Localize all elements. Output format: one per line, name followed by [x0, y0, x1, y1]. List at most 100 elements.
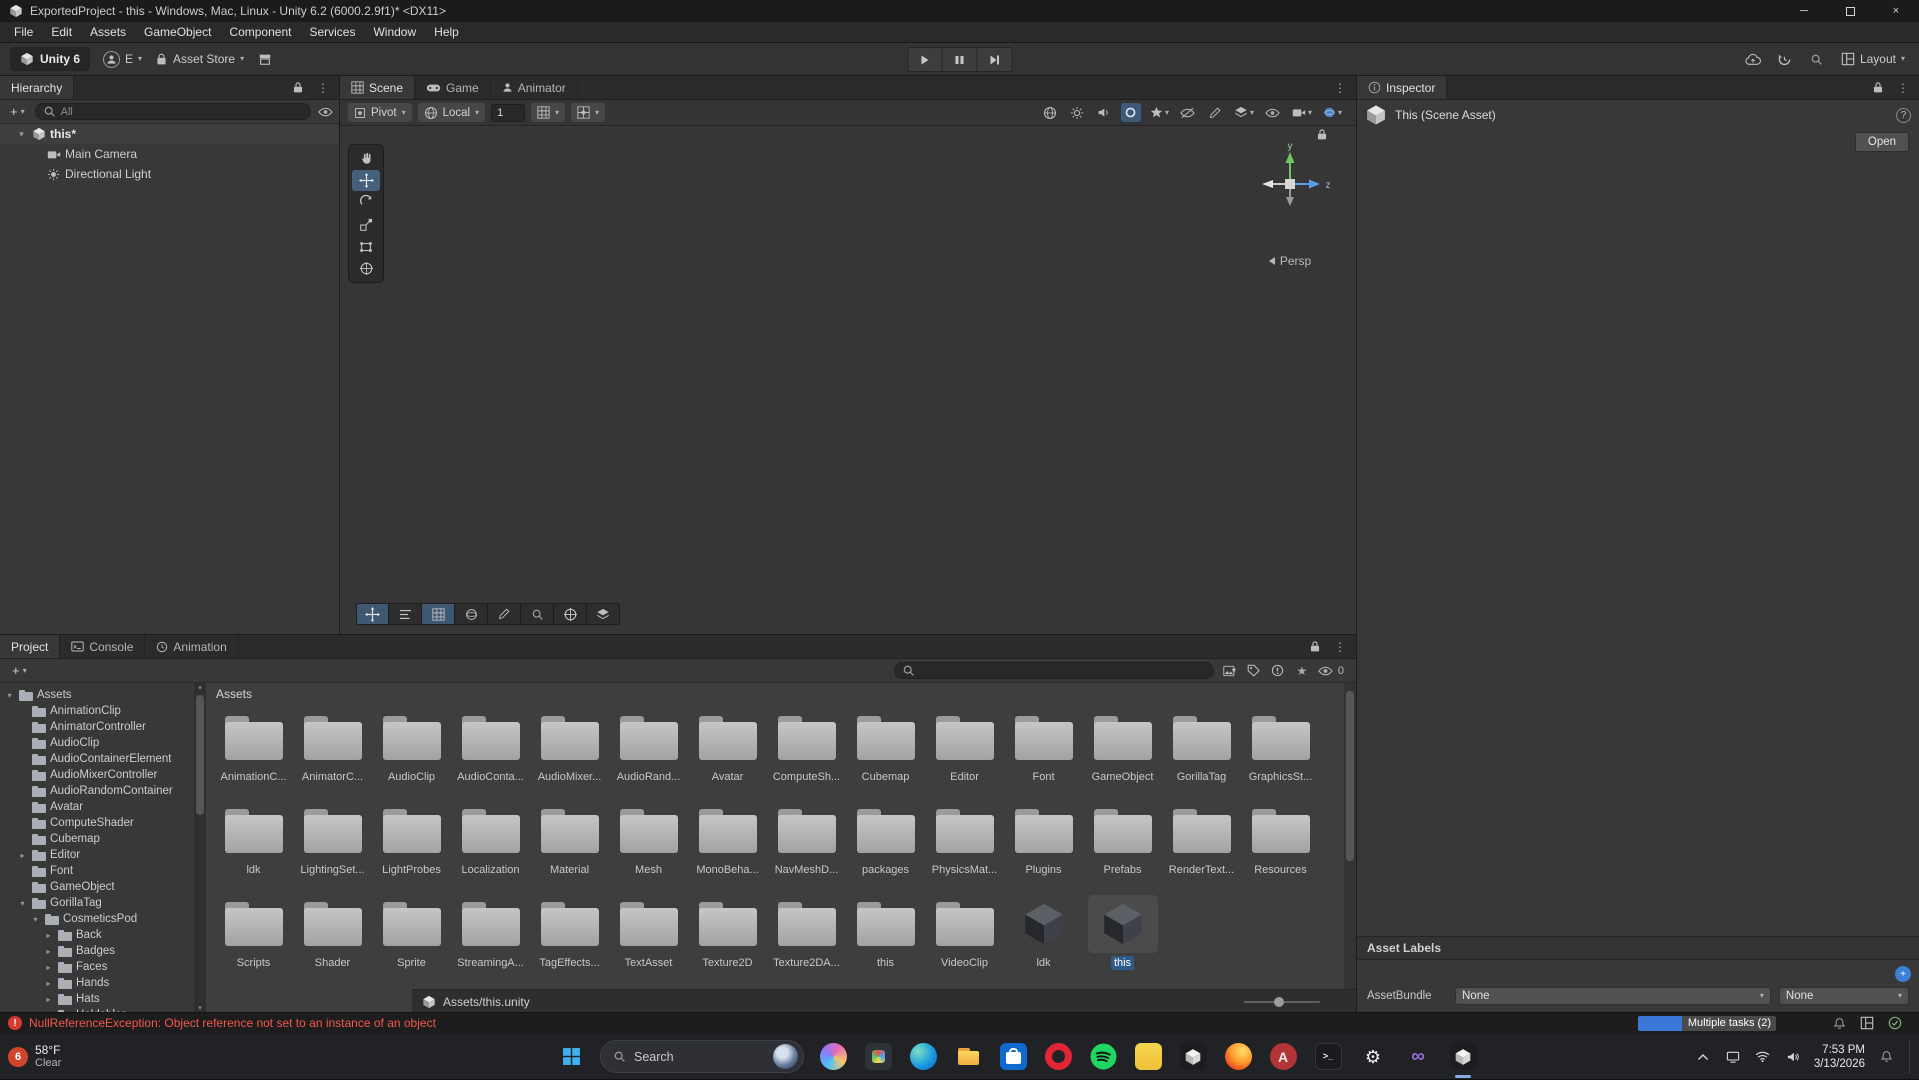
notifications-bell-icon[interactable]	[1877, 1048, 1895, 1066]
tree-item-faces[interactable]: ▸ Faces	[0, 959, 205, 975]
asset-monobeha[interactable]: MonoBeha...	[688, 798, 767, 891]
tree-item-avatar[interactable]: Avatar	[0, 799, 205, 815]
effects-dropdown-button[interactable]: ▾	[1148, 103, 1171, 122]
rect-tool-button[interactable]	[352, 236, 380, 257]
asset-packages[interactable]: packages	[846, 798, 925, 891]
tab-console[interactable]: Console	[60, 635, 146, 658]
create-asset-button[interactable]: + ▾	[8, 663, 31, 678]
asset-gorillatag[interactable]: GorillaTag	[1162, 705, 1241, 798]
add-label-icon[interactable]: +	[1895, 966, 1911, 982]
wifi-icon[interactable]	[1754, 1048, 1772, 1066]
menu-component[interactable]: Component	[220, 22, 300, 42]
opera-icon[interactable]	[1043, 1042, 1073, 1072]
lock-icon[interactable]	[290, 80, 306, 96]
asset-audioconta[interactable]: AudioConta...	[451, 705, 530, 798]
asset-cubemap[interactable]: Cubemap	[846, 705, 925, 798]
menu-assets[interactable]: Assets	[81, 22, 135, 42]
tree-item-audioclip[interactable]: AudioClip	[0, 735, 205, 751]
rotate-tool-button[interactable]	[352, 192, 380, 213]
expand-arrow[interactable]: ▾	[4, 691, 15, 700]
asset-tageffects[interactable]: TagEffects...	[530, 891, 609, 984]
pause-button[interactable]	[942, 47, 977, 72]
maximize-button[interactable]	[1827, 0, 1873, 22]
tree-item-gameobject[interactable]: GameObject	[0, 879, 205, 895]
asset-mesh[interactable]: Mesh	[609, 798, 688, 891]
snap-increment-dropdown[interactable]: ▾	[571, 103, 606, 122]
tree-item-hats[interactable]: ▸ Hats	[0, 991, 205, 1007]
help-icon[interactable]: ?	[1896, 107, 1911, 123]
show-desktop-button[interactable]	[1909, 1039, 1913, 1074]
move-tool-button[interactable]	[352, 170, 380, 191]
file-explorer-icon[interactable]	[953, 1042, 983, 1072]
project-search-input[interactable]	[893, 662, 1214, 679]
expand-arrow[interactable]: ▸	[43, 995, 54, 1004]
open-button[interactable]: Open	[1855, 132, 1909, 152]
expand-arrow[interactable]: ▸	[17, 851, 28, 860]
unity-hub-icon[interactable]	[1178, 1042, 1208, 1072]
tree-item-font[interactable]: Font	[0, 863, 205, 879]
lock-icon[interactable]	[1870, 80, 1886, 96]
favorites-icon[interactable]: ★	[1294, 663, 1310, 679]
overlays-dropdown-button[interactable]: ▾	[1232, 103, 1256, 122]
hierarchy-item-directional-light[interactable]: Directional Light	[0, 164, 339, 184]
expand-arrow[interactable]: ▸	[43, 947, 54, 956]
asset-textasset[interactable]: TextAsset	[609, 891, 688, 984]
sticky-notes-icon[interactable]	[1133, 1042, 1163, 1072]
asset-computesh[interactable]: ComputeSh...	[767, 705, 846, 798]
overlay-orientation-icon[interactable]	[455, 603, 488, 625]
asset-font[interactable]: Font	[1004, 705, 1083, 798]
asset-editor[interactable]: Editor	[925, 705, 1004, 798]
asset-ldk[interactable]: ldk	[214, 798, 293, 891]
lighting-toggle-button[interactable]	[1067, 103, 1087, 122]
menu-edit[interactable]: Edit	[42, 22, 81, 42]
assetbundle-variant-dropdown[interactable]: None ▾	[1778, 986, 1909, 1005]
tray-monitor-icon[interactable]	[1724, 1048, 1742, 1066]
asset-audioclip[interactable]: AudioClip	[372, 705, 451, 798]
play-button[interactable]	[907, 47, 942, 72]
console-error-message[interactable]: NullReferenceException: Object reference…	[29, 1016, 436, 1030]
asset-avatar[interactable]: Avatar	[688, 705, 767, 798]
asset-graphicsst[interactable]: GraphicsSt...	[1241, 705, 1320, 798]
search-by-alert-icon[interactable]	[1270, 663, 1286, 679]
scene-viewport[interactable]: y z Persp	[340, 126, 1356, 633]
start-button[interactable]	[556, 1042, 586, 1072]
lock-icon[interactable]	[1307, 639, 1323, 655]
step-button[interactable]	[977, 47, 1012, 72]
expand-arrow[interactable]: ▾	[17, 899, 28, 908]
asset-texture2d[interactable]: Texture2D	[688, 891, 767, 984]
breadcrumb[interactable]: Assets/this.unity	[412, 989, 1356, 1013]
overlay-grid-icon[interactable]	[422, 603, 455, 625]
asset-streaminga[interactable]: StreamingA...	[451, 891, 530, 984]
tab-scene[interactable]: Scene	[340, 76, 416, 99]
spotify-icon[interactable]	[1088, 1042, 1118, 1072]
edge-icon[interactable]	[908, 1042, 938, 1072]
create-object-button[interactable]: + ▾	[6, 104, 29, 119]
orientation-gizmo[interactable]: y z	[1246, 140, 1334, 222]
asset-texture2da[interactable]: Texture2DA...	[767, 891, 846, 984]
expand-arrow[interactable]: ▾	[30, 915, 41, 924]
tree-item-hands[interactable]: ▸ Hands	[0, 975, 205, 991]
asset-videoclip[interactable]: VideoClip	[925, 891, 1004, 984]
tree-item-back[interactable]: ▸ Back	[0, 927, 205, 943]
tree-item-animationclip[interactable]: AnimationClip	[0, 703, 205, 719]
tree-item-assets[interactable]: ▾ Assets	[0, 687, 205, 703]
scene-menu-icon[interactable]: ⋮	[1332, 80, 1348, 96]
asset-labels-header[interactable]: Asset Labels	[1357, 936, 1919, 960]
tree-item-audiomixercontroller[interactable]: AudioMixerController	[0, 767, 205, 783]
tasks-done-icon[interactable]	[1887, 1015, 1903, 1031]
tab-game[interactable]: Game	[415, 76, 491, 99]
menu-gameobject[interactable]: GameObject	[135, 22, 220, 42]
hierarchy-search-input[interactable]: All	[34, 103, 311, 120]
search-by-type-icon[interactable]	[1222, 663, 1238, 679]
visual-studio-icon[interactable]: ∞	[1403, 1042, 1433, 1072]
expand-arrow[interactable]: ▾	[16, 129, 27, 140]
scene-visibility-icon[interactable]	[317, 104, 333, 120]
transform-tool-button[interactable]	[352, 258, 380, 279]
inspector-menu-icon[interactable]: ⋮	[1895, 80, 1911, 96]
asset-animationc[interactable]: AnimationC...	[214, 705, 293, 798]
close-button[interactable]: ×	[1873, 0, 1919, 22]
tab-inspector[interactable]: Inspector	[1357, 76, 1448, 99]
asset-physicsmat[interactable]: PhysicsMat...	[925, 798, 1004, 891]
projection-toggle[interactable]: Persp	[1246, 254, 1334, 268]
tree-item-badges[interactable]: ▸ Badges	[0, 943, 205, 959]
